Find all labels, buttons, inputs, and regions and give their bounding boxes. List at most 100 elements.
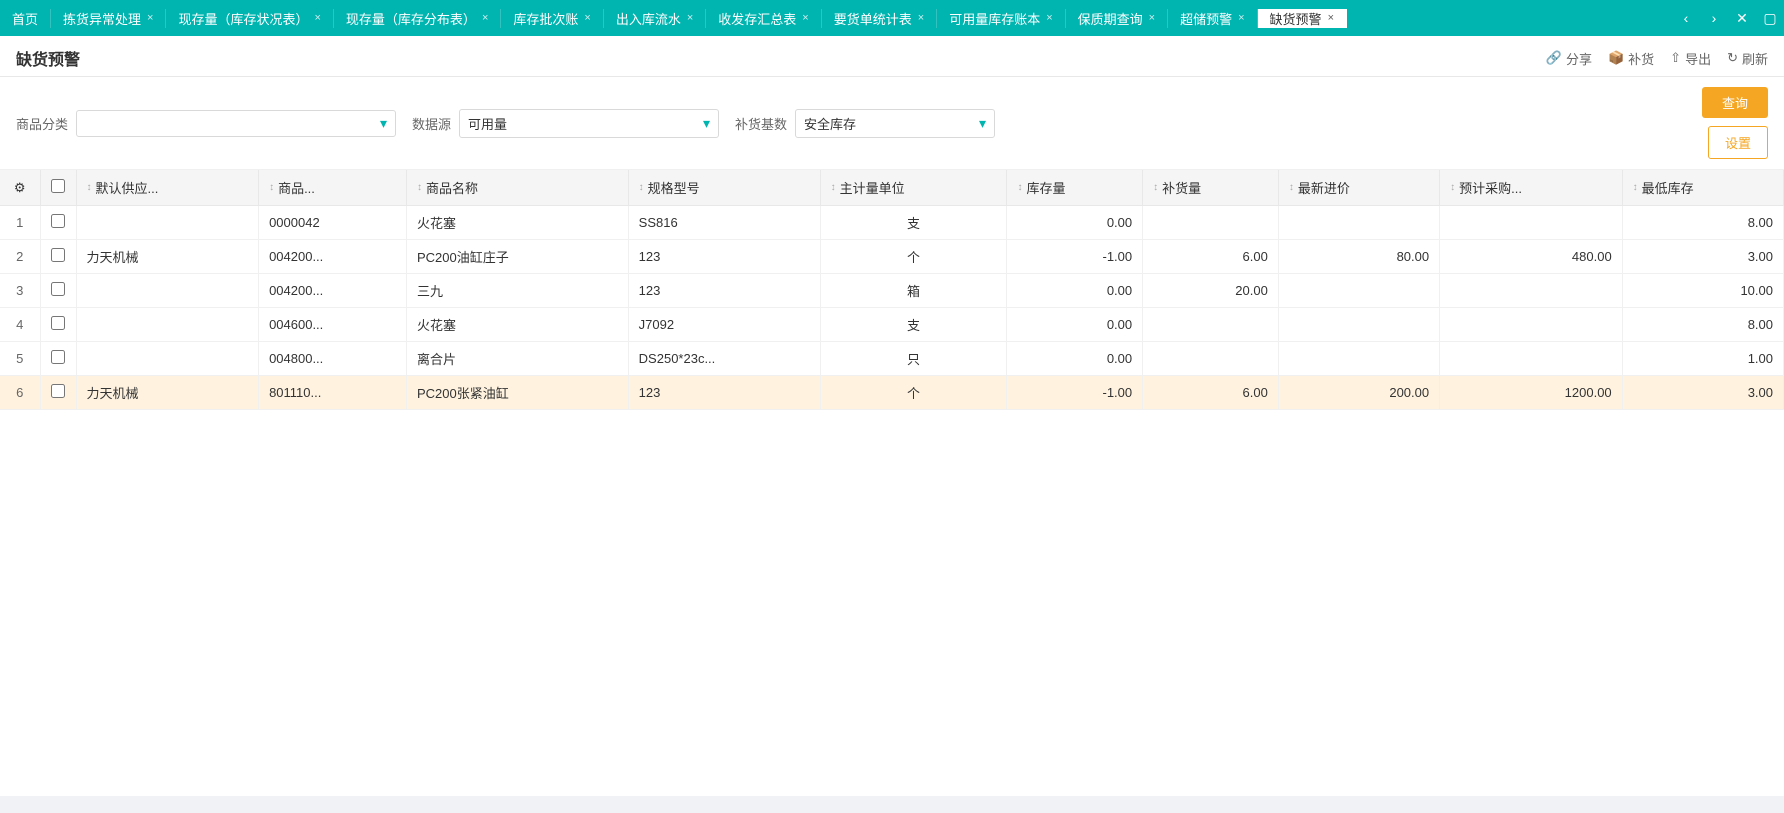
cell-stock-2: 0.00 (1007, 274, 1143, 308)
tab-close-btn-8[interactable]: × (1046, 12, 1052, 24)
row-checkbox-1[interactable] (51, 248, 65, 262)
th-min-stock-sort-icon: ↕ (1633, 182, 1638, 193)
export-btn[interactable]: ⇧ 导出 (1670, 49, 1711, 68)
row-checkbox-4[interactable] (51, 350, 65, 364)
tab-item-6[interactable]: 收发存汇总表× (706, 9, 821, 28)
cell-unit-1: 个 (820, 240, 1007, 274)
cell-goods_name-1: PC200油缸庄子 (406, 240, 628, 274)
table-row[interactable]: 6力天机械801110...PC200张紧油缸123个-1.006.00200.… (0, 376, 1784, 410)
cell-supplier-0 (76, 206, 259, 240)
replenish-dropdown-icon: ▾ (979, 115, 986, 132)
row-checkbox-0[interactable] (51, 214, 65, 228)
row-checkbox-3[interactable] (51, 316, 65, 330)
cell-goods_code-0: 0000042 (259, 206, 407, 240)
cell-spec-1: 123 (628, 240, 820, 274)
gear-settings-icon[interactable]: ⚙ (14, 180, 26, 195)
tab-item-4[interactable]: 库存批次账× (501, 9, 603, 28)
table-container: ⚙ ↕默认供应... ↕商品... ↕商品名称 ↕规格型号 (0, 170, 1784, 813)
tab-item-2[interactable]: 现存量（库存状况表）× (166, 9, 333, 28)
cell-num-5: 6 (0, 376, 40, 410)
tab-close-btn-2[interactable]: × (314, 12, 320, 24)
replenish-btn[interactable]: 📦 补货 (1608, 49, 1654, 68)
setting-btn[interactable]: 设置 (1708, 126, 1768, 159)
tab-close-btn-6[interactable]: × (802, 12, 808, 24)
category-select[interactable]: ▾ (76, 110, 396, 137)
category-filter-group: 商品分类 ▾ (16, 110, 396, 137)
row-checkbox-5[interactable] (51, 384, 65, 398)
cell-est_purchase-1: 480.00 (1440, 240, 1623, 274)
tab-close-btn-5[interactable]: × (687, 12, 693, 24)
header-actions: 🔗 分享 📦 补货 ⇧ 导出 ↻ 刷新 (1546, 49, 1768, 68)
cell-replenish-1: 6.00 (1143, 240, 1279, 274)
query-buttons: 查询 设置 (1702, 87, 1768, 159)
cell-spec-4: DS250*23c... (628, 342, 820, 376)
tab-item-0[interactable]: 首页 (0, 9, 51, 28)
tab-item-5[interactable]: 出入库流水× (604, 9, 706, 28)
category-dropdown-icon: ▾ (380, 115, 387, 132)
tab-item-11[interactable]: 缺货预警× (1258, 9, 1347, 28)
page-container: 缺货预警 🔗 分享 📦 补货 ⇧ 导出 ↻ 刷新 商品分类 (0, 36, 1784, 796)
table-row[interactable]: 3004200...三九123箱0.0020.0010.00 (0, 274, 1784, 308)
table-row[interactable]: 4004600...火花塞J7092支0.008.00 (0, 308, 1784, 342)
tab-maximize-btn[interactable]: ▢ (1756, 0, 1784, 36)
tab-item-8[interactable]: 可用量库存账本× (937, 9, 1065, 28)
th-goods-code: ↕商品... (259, 170, 407, 206)
share-btn[interactable]: 🔗 分享 (1546, 49, 1592, 68)
replenish-select[interactable]: 安全库存 ▾ (795, 109, 995, 138)
tab-next-btn[interactable]: › (1700, 0, 1728, 36)
tab-prev-btn[interactable]: ‹ (1672, 0, 1700, 36)
th-goods-name-label: 商品名称 (426, 178, 478, 197)
tab-item-7[interactable]: 要货单统计表× (822, 9, 937, 28)
cell-latest_price-1: 80.00 (1278, 240, 1439, 274)
th-est-purchase-sort-icon: ↕ (1450, 182, 1455, 193)
share-label: 分享 (1566, 49, 1592, 68)
cell-goods_code-5: 801110... (259, 376, 407, 410)
th-latest-price: ↕最新进价 (1278, 170, 1439, 206)
cell-unit-2: 箱 (820, 274, 1007, 308)
datasource-value: 可用量 (468, 114, 507, 133)
select-all-checkbox[interactable] (51, 179, 65, 193)
tab-close-btn-7[interactable]: × (918, 12, 924, 24)
cell-unit-3: 支 (820, 308, 1007, 342)
tab-close-window-btn[interactable]: ✕ (1728, 0, 1756, 36)
th-stock-label: 库存量 (1026, 178, 1065, 197)
cell-stock-3: 0.00 (1007, 308, 1143, 342)
cell-latest_price-0 (1278, 206, 1439, 240)
cell-min_stock-3: 8.00 (1622, 308, 1783, 342)
cell-min_stock-4: 1.00 (1622, 342, 1783, 376)
tab-close-btn-1[interactable]: × (147, 12, 153, 24)
table-row[interactable]: 2力天机械004200...PC200油缸庄子123个-1.006.0080.0… (0, 240, 1784, 274)
th-spec-label: 规格型号 (648, 178, 700, 197)
table-header-row: ⚙ ↕默认供应... ↕商品... ↕商品名称 ↕规格型号 (0, 170, 1784, 206)
cell-unit-5: 个 (820, 376, 1007, 410)
cell-est_purchase-5: 1200.00 (1440, 376, 1623, 410)
refresh-icon: ↻ (1727, 50, 1738, 66)
cell-supplier-2 (76, 274, 259, 308)
tab-item-3[interactable]: 现存量（库存分布表）× (334, 9, 501, 28)
refresh-btn[interactable]: ↻ 刷新 (1727, 49, 1768, 68)
tab-item-1[interactable]: 拣货异常处理× (51, 9, 166, 28)
table-row[interactable]: 5004800...离合片DS250*23c...只0.001.00 (0, 342, 1784, 376)
tab-close-btn-3[interactable]: × (482, 12, 488, 24)
cell-est_purchase-0 (1440, 206, 1623, 240)
cell-stock-1: -1.00 (1007, 240, 1143, 274)
tab-close-btn-11[interactable]: × (1328, 12, 1334, 24)
tab-close-btn-10[interactable]: × (1238, 12, 1244, 24)
cell-supplier-4 (76, 342, 259, 376)
tab-close-btn-9[interactable]: × (1149, 12, 1155, 24)
cell-min_stock-2: 10.00 (1622, 274, 1783, 308)
cell-unit-0: 支 (820, 206, 1007, 240)
datasource-select[interactable]: 可用量 ▾ (459, 109, 719, 138)
query-btn[interactable]: 查询 (1702, 87, 1768, 118)
tab-close-btn-4[interactable]: × (584, 12, 590, 24)
cell-num-2: 3 (0, 274, 40, 308)
table-row[interactable]: 10000042火花塞SS816支0.008.00 (0, 206, 1784, 240)
cell-est_purchase-2 (1440, 274, 1623, 308)
cell-unit-4: 只 (820, 342, 1007, 376)
page-title: 缺货预警 (16, 46, 1546, 70)
tab-item-9[interactable]: 保质期查询× (1066, 9, 1168, 28)
cell-goods_code-2: 004200... (259, 274, 407, 308)
tab-item-10[interactable]: 超储预警× (1168, 9, 1257, 28)
row-checkbox-2[interactable] (51, 282, 65, 296)
th-spec-sort-icon: ↕ (639, 182, 644, 193)
